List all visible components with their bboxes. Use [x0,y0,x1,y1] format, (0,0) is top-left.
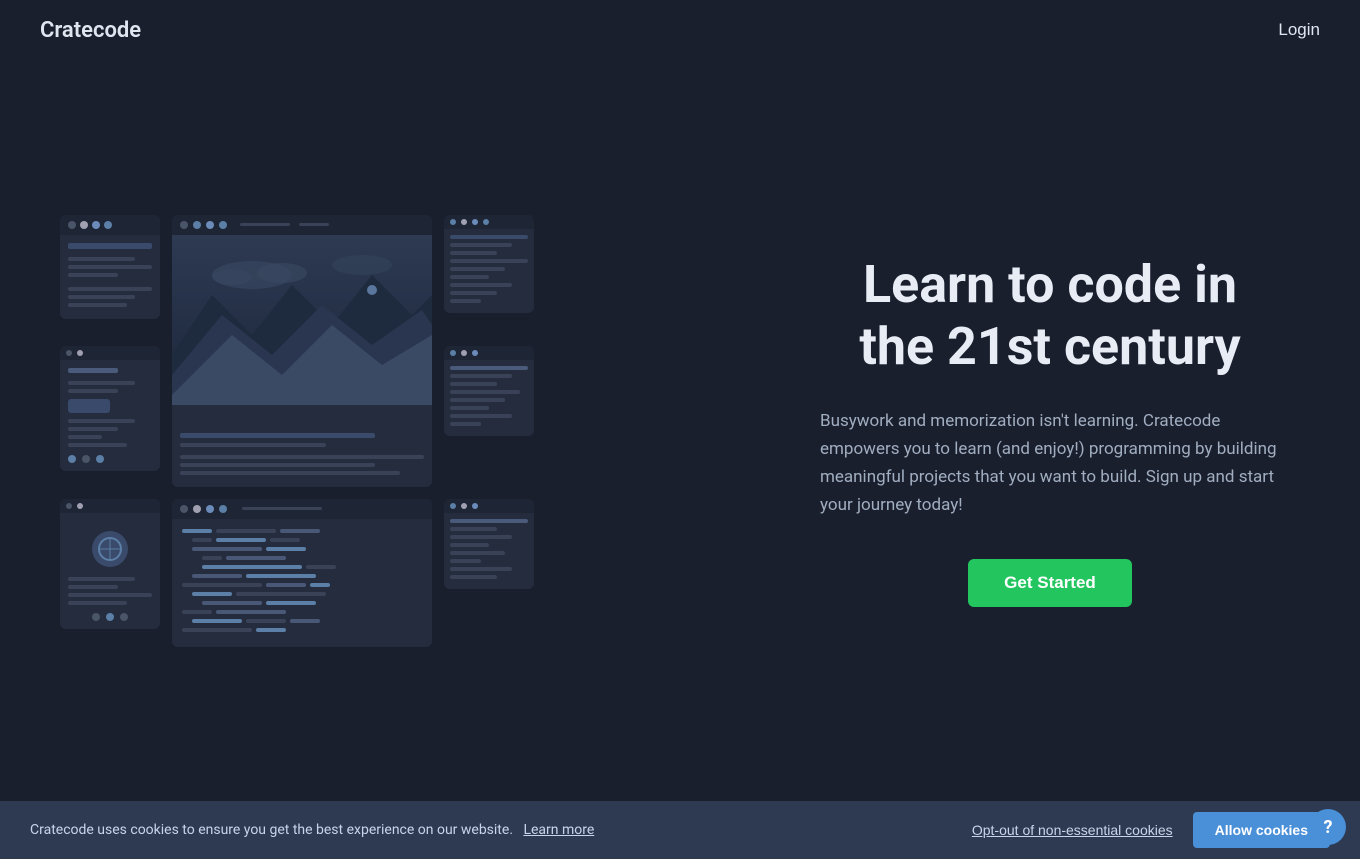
main-content: Learn to code in the 21st century Busywo… [0,60,1360,801]
dot-3 [92,221,100,229]
hero-section: Learn to code in the 21st century Busywo… [780,254,1280,607]
mockups-grid [60,215,700,647]
cookie-optout-button[interactable]: Opt-out of non-essential cookies [972,822,1173,838]
navbar: Cratecode Login [0,0,1360,60]
dot-b4 [483,219,489,225]
help-bubble[interactable]: ? [1310,809,1346,845]
mockup-sm-5 [60,499,160,629]
dot-b3 [472,219,478,225]
mountain-illustration [172,235,432,425]
globe-icon [92,531,128,567]
mockup-lg-mountains [172,215,432,487]
dot-b1 [450,219,456,225]
dot-f4 [219,505,227,513]
mockup-sm-6 [444,499,534,589]
dot-g3 [472,503,478,509]
dot-a1 [180,221,188,229]
dot-c1 [66,350,72,356]
dot-a2 [193,221,201,229]
get-started-button[interactable]: Get Started [968,559,1132,607]
dot-2 [80,221,88,229]
hero-title: Learn to code in the 21st century [820,254,1280,379]
cookie-message: Cratecode uses cookies to ensure you get… [30,822,952,838]
brand-logo[interactable]: Cratecode [40,18,141,43]
dot-4 [104,221,112,229]
dot-a3 [206,221,214,229]
dot-c2 [77,350,83,356]
dot-a4 [219,221,227,229]
mockup-code-editor [172,499,432,647]
dot-d3 [472,350,478,356]
dot-f3 [206,505,214,513]
code-content [172,519,432,647]
mockup-sm-2 [444,215,534,313]
hero-description: Busywork and memorization isn't learning… [820,407,1280,519]
mockup-sm-3 [60,346,160,471]
mockup-sm-4 [444,346,534,436]
dot-d1 [450,350,456,356]
dot-1 [68,221,76,229]
dot-g2 [461,503,467,509]
dot-f1 [180,505,188,513]
dot-d2 [461,350,467,356]
cookie-learn-more-link[interactable]: Learn more [523,822,594,838]
mockup-sm-1 [60,215,160,319]
dot-b2 [461,219,467,225]
login-button[interactable]: Login [1278,20,1320,40]
dot-g1 [450,503,456,509]
dot-f2 [193,505,201,513]
dot-e2 [77,503,83,509]
dot-e1 [66,503,72,509]
cookie-banner: Cratecode uses cookies to ensure you get… [0,801,1360,859]
